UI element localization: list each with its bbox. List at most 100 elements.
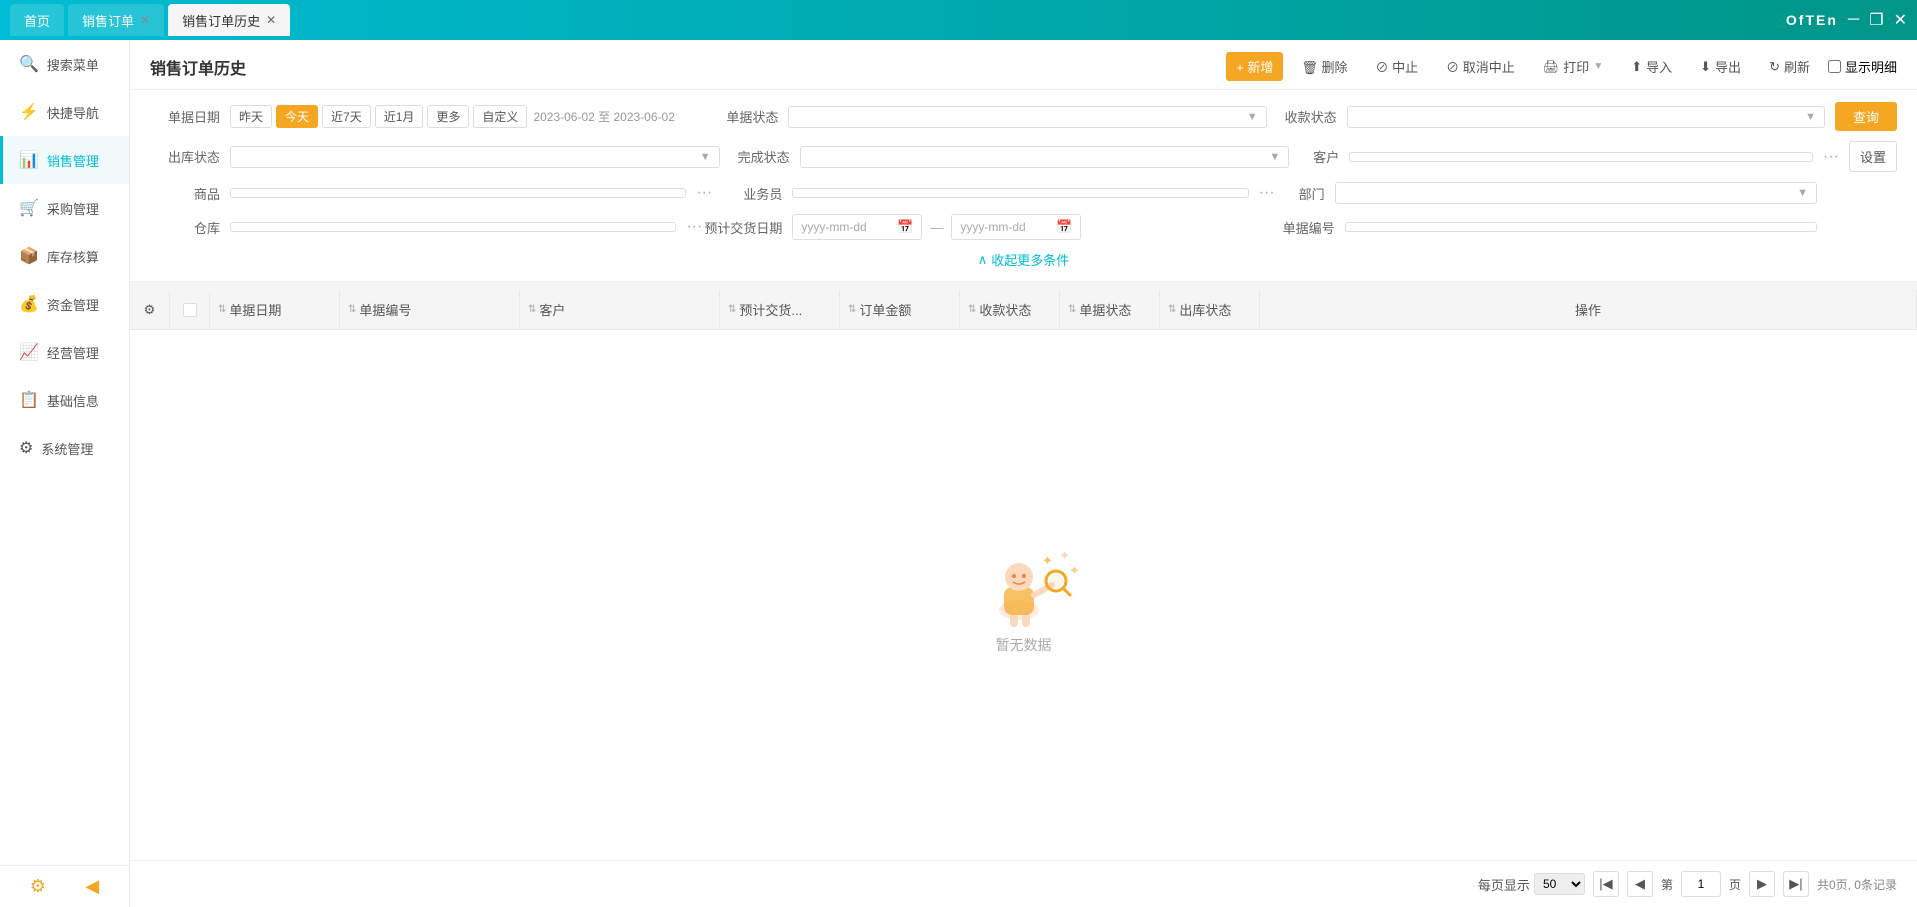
empty-area: ✦ ✦ ✦ 暂无数据 — [130, 330, 1917, 860]
print-dropdown-icon: ▼ — [1593, 61, 1603, 72]
goods-input[interactable] — [230, 188, 686, 198]
goods-control: ··· — [230, 184, 712, 202]
customer-dots-btn[interactable]: ··· — [1823, 148, 1839, 166]
date-separator: — — [926, 220, 947, 235]
delivery-date-end[interactable]: yyyy-mm-dd 📅 — [951, 214, 1081, 240]
sidebar-item-quick-nav[interactable]: ⚡ 快捷导航 — [0, 88, 129, 136]
sort-no-icon: ⇅ — [348, 304, 356, 315]
th-date[interactable]: ⇅ 单据日期 — [210, 290, 340, 329]
restore-button[interactable]: ❐ — [1869, 10, 1883, 30]
dept-control: ▼ — [1335, 182, 1817, 204]
delete-button[interactable]: 🗑 删除 — [1291, 52, 1357, 81]
customer-input[interactable] — [1349, 152, 1813, 162]
sidebar-item-sales-mgmt[interactable]: 📊 销售管理 — [0, 136, 129, 184]
warehouse-input[interactable] — [230, 222, 676, 232]
sidebar-item-purchase-mgmt-label: 采购管理 — [47, 199, 99, 218]
sort-date-icon: ⇅ — [218, 304, 226, 315]
th-action-label: 操作 — [1575, 300, 1601, 319]
th-check[interactable] — [170, 293, 210, 327]
display-detail-label: 显示明细 — [1845, 57, 1897, 76]
settings-button[interactable]: 设置 — [1849, 141, 1897, 172]
date-btn-7days[interactable]: 近7天 — [322, 105, 371, 128]
empty-illustration: ✦ ✦ ✦ — [964, 535, 1084, 635]
close-button[interactable]: ✕ — [1894, 10, 1907, 30]
import-button[interactable]: ⬆ 导入 — [1621, 52, 1682, 81]
chart-icon: 📊 — [19, 150, 39, 170]
cancel-stop-button[interactable]: ⊘ 取消中止 — [1436, 52, 1525, 81]
date-btn-yesterday[interactable]: 昨天 — [230, 105, 272, 128]
delivery-date-control: yyyy-mm-dd 📅 — yyyy-mm-dd 📅 — [792, 214, 1264, 240]
last-page-btn[interactable]: ▶| — [1783, 871, 1809, 897]
th-delivery[interactable]: ⇅ 预计交货... — [720, 290, 840, 329]
page-number-input[interactable] — [1681, 871, 1721, 897]
tab-sales-order-close[interactable]: ✕ — [140, 13, 150, 27]
doc-status-select[interactable]: ▼ — [788, 106, 1266, 128]
doc-status-label: 单据状态 — [708, 107, 788, 126]
warehouse-dots-btn[interactable]: ··· — [686, 218, 702, 236]
out-status-select[interactable]: ▼ — [230, 146, 720, 168]
receipt-status-select[interactable]: ▼ — [1347, 106, 1825, 128]
next-page-btn[interactable]: ▶ — [1749, 871, 1775, 897]
sidebar-item-search-menu[interactable]: 🔍 搜索菜单 — [0, 40, 129, 88]
query-button[interactable]: 查询 — [1835, 102, 1897, 131]
collapse-icon: ∧ — [978, 252, 988, 268]
doc-no-input[interactable] — [1345, 222, 1817, 232]
th-delivery-label: 预计交货... — [739, 300, 802, 319]
th-customer[interactable]: ⇅ 客户 — [520, 290, 720, 329]
collapse-button[interactable]: ∧ 收起更多条件 — [978, 250, 1070, 269]
print-button[interactable]: 🖨 🖨 打印 打印 ▼ — [1533, 52, 1613, 81]
delivery-date-start[interactable]: yyyy-mm-dd 📅 — [792, 214, 922, 240]
doc-status-control: ▼ — [788, 106, 1266, 128]
th-settings[interactable]: ⚙ — [130, 292, 170, 328]
minimize-button[interactable]: ─ — [1848, 11, 1859, 29]
sidebar-collapse-icon[interactable]: ◀ — [85, 876, 99, 897]
prev-page-btn[interactable]: ◀ — [1627, 871, 1653, 897]
refresh-button[interactable]: ↻ 刷新 — [1759, 52, 1820, 81]
sidebar-settings-icon[interactable]: ⚙ — [30, 876, 46, 897]
display-detail-input[interactable] — [1828, 60, 1841, 73]
sidebar-item-inventory-label: 库存核算 — [47, 247, 99, 266]
doc-no-control — [1345, 222, 1817, 232]
th-out[interactable]: ⇅ 出库状态 — [1160, 290, 1260, 329]
tab-home[interactable]: 首页 — [10, 4, 64, 36]
complete-status-select[interactable]: ▼ — [800, 146, 1290, 168]
goods-label: 商品 — [150, 184, 230, 203]
select-all-checkbox[interactable] — [183, 303, 197, 317]
th-amount[interactable]: ⇅ 订单金额 — [840, 290, 960, 329]
pagination: 每页显示 50 10 20 100 |◀ ◀ 第 页 ▶ ▶| — [130, 860, 1917, 907]
dept-select[interactable]: ▼ — [1335, 182, 1817, 204]
per-page-select[interactable]: 50 10 20 100 — [1534, 873, 1585, 895]
calendar-start-icon[interactable]: 📅 — [897, 219, 913, 235]
sidebar-item-inventory[interactable]: 📦 库存核算 — [0, 232, 129, 280]
collapse-row: ∧ 收起更多条件 — [150, 250, 1897, 269]
svg-text:✦: ✦ — [1069, 563, 1080, 578]
flash-icon: ⚡ — [19, 102, 39, 122]
th-status[interactable]: ⇅ 单据状态 — [1060, 290, 1160, 329]
sidebar-item-system[interactable]: ⚙ 系统管理 — [0, 424, 129, 472]
sidebar-item-operation[interactable]: 📈 经营管理 — [0, 328, 129, 376]
display-detail-checkbox[interactable]: 显示明细 — [1828, 57, 1897, 76]
th-amount-label: 订单金额 — [859, 300, 911, 319]
th-no[interactable]: ⇅ 单据编号 — [340, 290, 520, 329]
stop-button[interactable]: ⊘ 中止 — [1366, 52, 1429, 81]
salesman-dots-btn[interactable]: ··· — [1259, 184, 1275, 202]
new-button[interactable]: + 新增 — [1226, 52, 1283, 81]
sidebar-item-finance[interactable]: 💰 资金管理 — [0, 280, 129, 328]
salesman-input[interactable] — [792, 188, 1248, 198]
date-btn-1month[interactable]: 近1月 — [375, 105, 424, 128]
tab-sales-order-history-close[interactable]: ✕ — [266, 13, 276, 27]
dept-label: 部门 — [1275, 184, 1335, 203]
tab-sales-order[interactable]: 销售订单 ✕ — [68, 4, 164, 36]
goods-dots-btn[interactable]: ··· — [696, 184, 712, 202]
tab-sales-order-history[interactable]: 销售订单历史 ✕ — [168, 4, 290, 36]
th-receipt[interactable]: ⇅ 收款状态 — [960, 290, 1060, 329]
date-btn-today[interactable]: 今天 — [276, 105, 318, 128]
sidebar-item-system-label: 系统管理 — [41, 439, 93, 458]
date-btn-more[interactable]: 更多 — [427, 105, 469, 128]
sidebar-item-purchase-mgmt[interactable]: 🛒 采购管理 — [0, 184, 129, 232]
date-btn-custom[interactable]: 自定义 — [473, 105, 527, 128]
sidebar-item-basic-info[interactable]: 📋 基础信息 — [0, 376, 129, 424]
export-button[interactable]: ⬇ 导出 — [1690, 52, 1751, 81]
first-page-btn[interactable]: |◀ — [1593, 871, 1619, 897]
calendar-end-icon[interactable]: 📅 — [1056, 219, 1072, 235]
